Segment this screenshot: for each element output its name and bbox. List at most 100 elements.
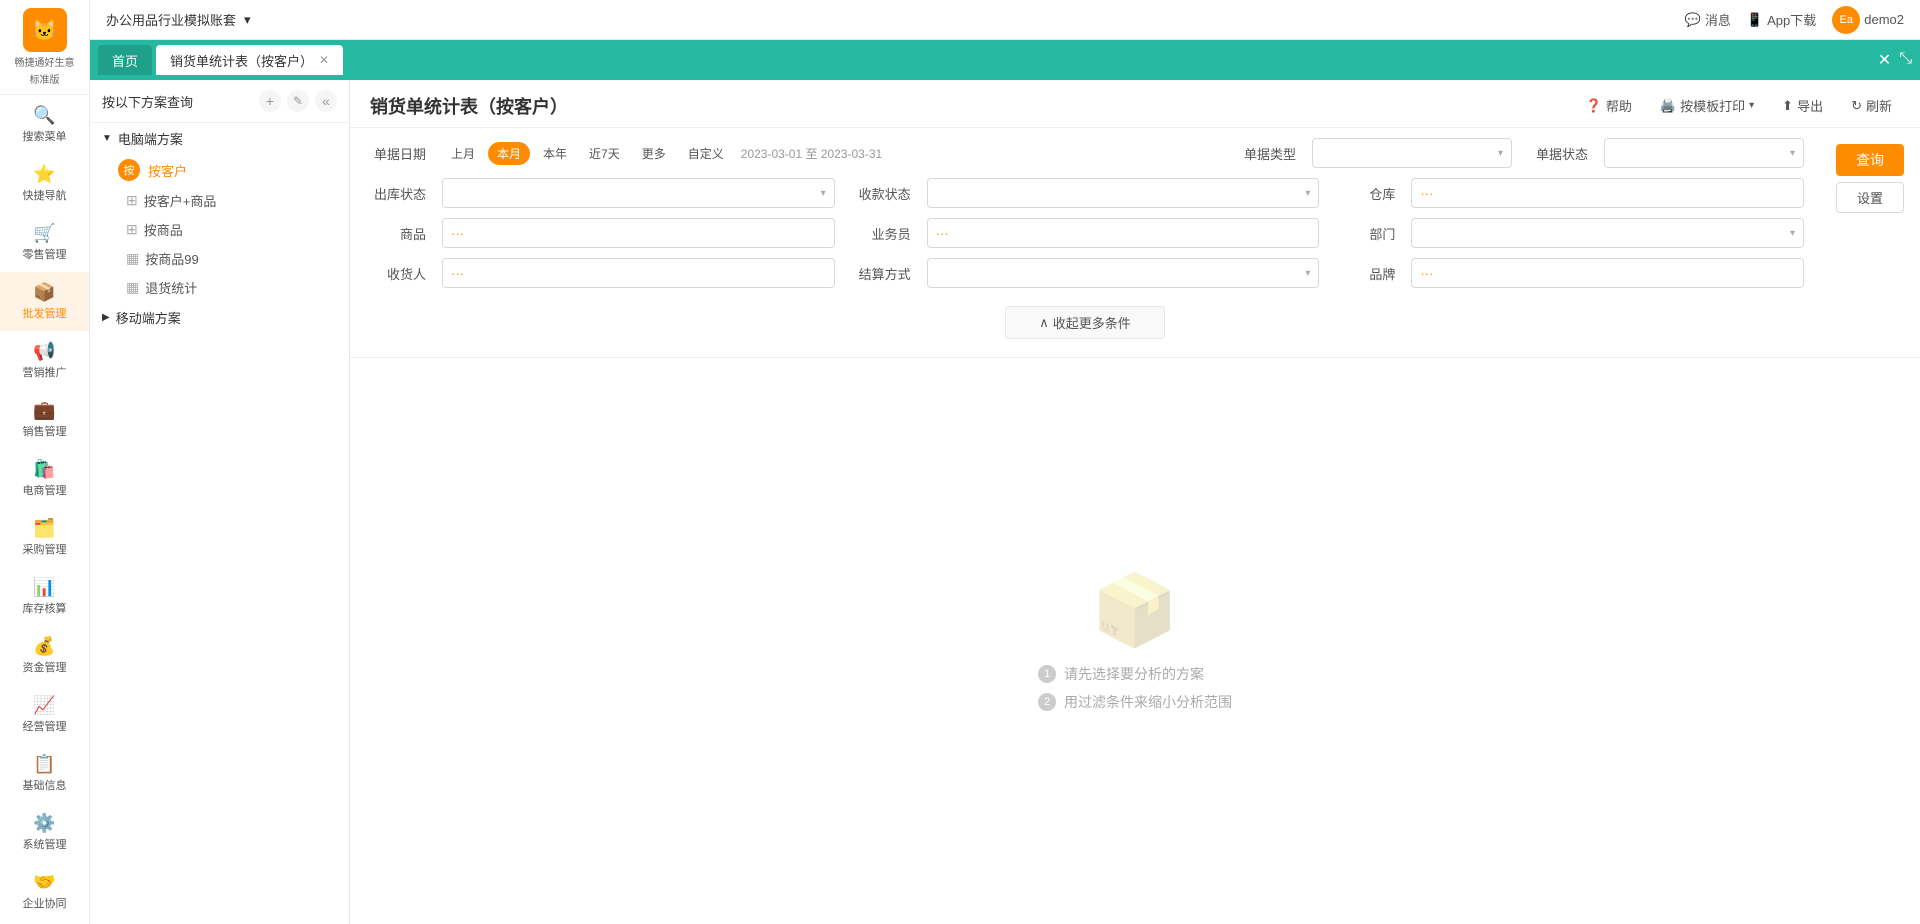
- date-btn-7days[interactable]: 近7天: [580, 142, 629, 165]
- payment-status-select[interactable]: ▾: [927, 178, 1320, 208]
- print-btn[interactable]: 🖨️ 按模板打印 ▾: [1652, 92, 1762, 119]
- bar-icon-1: ▦: [126, 250, 139, 267]
- add-scheme-btn[interactable]: +: [259, 90, 281, 112]
- tree-expand-icon: ▶: [102, 312, 110, 323]
- message-btn[interactable]: 💬 消息: [1685, 10, 1731, 29]
- tab-close-btn[interactable]: ✕: [319, 53, 329, 67]
- tree-desktop-group[interactable]: ▼ 电脑端方案: [90, 123, 349, 154]
- user-menu[interactable]: Ea demo2: [1832, 6, 1904, 34]
- refresh-btn[interactable]: ↻ 刷新: [1843, 92, 1900, 119]
- basic-icon: 📋: [33, 754, 55, 775]
- marketing-icon: 📢: [33, 341, 55, 362]
- date-control: 上月 本月 本年 近7天 更多 自定义 2023-03-01 至 2023-03…: [442, 142, 1220, 165]
- left-panel-actions: + ✎ «: [259, 90, 337, 112]
- action-buttons: 查询 设置: [1836, 128, 1920, 357]
- filter-row-status: 出库状态 ▾ 收款状态 ▾ 仓库 ···: [366, 178, 1804, 208]
- out-status-select[interactable]: ▾: [442, 178, 835, 208]
- brand-select[interactable]: ···: [1411, 258, 1804, 288]
- active-dot: 按: [118, 159, 140, 181]
- tree-collapse-icon: ▼: [102, 133, 112, 144]
- edit-scheme-btn[interactable]: ✎: [287, 90, 309, 112]
- collapse-filter-label: 收起更多条件: [1053, 313, 1131, 332]
- sidebar-item-basic[interactable]: 📋 基础信息: [0, 744, 89, 803]
- export-icon: ⬆: [1782, 98, 1793, 114]
- warehouse-select[interactable]: ···: [1411, 178, 1804, 208]
- right-panel: 销货单统计表（按客户） ❓ 帮助 🖨️ 按模板打印 ▾ ⬆ 导出: [350, 80, 1920, 924]
- date-btn-this-year[interactable]: 本年: [534, 142, 576, 165]
- sidebar-item-purchase[interactable]: 🗂️ 采购管理: [0, 508, 89, 567]
- receiver-label: 收货人: [366, 264, 426, 283]
- filter-row-goods: 商品 ··· 业务员 ··· 部门 ▾: [366, 218, 1804, 248]
- payment-method-select[interactable]: ▾: [927, 258, 1320, 288]
- tree-item-return-stats[interactable]: ▦ 退货统计: [102, 273, 349, 302]
- department-select[interactable]: ▾: [1411, 218, 1804, 248]
- logo-area[interactable]: 🐱 畅捷通好生意 标准版: [0, 0, 89, 95]
- order-type-select[interactable]: ▾: [1312, 138, 1512, 168]
- date-btn-custom[interactable]: 自定义: [679, 142, 733, 165]
- page-header: 销货单统计表（按客户） ❓ 帮助 🖨️ 按模板打印 ▾ ⬆ 导出: [350, 80, 1920, 128]
- sidebar-item-enterprise[interactable]: 🤝 企业协同: [0, 862, 89, 921]
- close-window-btn[interactable]: ✕: [1878, 50, 1891, 70]
- tree-item-by-goods99[interactable]: ▦ 按商品99: [102, 244, 349, 273]
- order-status-label: 单据状态: [1528, 144, 1588, 163]
- empty-illustration: 📦: [1091, 570, 1178, 652]
- print-label: 按模板打印: [1680, 96, 1745, 115]
- sidebar-item-search[interactable]: 🔍 搜索菜单: [0, 95, 89, 154]
- filter-section: 单据日期 上月 本月 本年 近7天 更多 自定义 2023-03-01 至 20…: [350, 128, 1820, 357]
- sidebar-item-operation[interactable]: 📈 经营管理: [0, 685, 89, 744]
- tree-desktop-items: 按 按客户 ⊞ 按客户+商品 ⊞ 按商品 ▦ 按商品99 ▦ 退货统计: [90, 154, 349, 302]
- payment-status-label: 收款状态: [851, 184, 911, 203]
- sidebar-item-shortcut[interactable]: ⭐ 快捷导航: [0, 154, 89, 213]
- tree-mobile-group[interactable]: ▶ 移动端方案: [90, 302, 349, 333]
- left-panel: 按以下方案查询 + ✎ « ▼ 电脑端方案: [90, 80, 350, 924]
- tab-home[interactable]: 首页: [98, 45, 152, 75]
- order-type-label: 单据类型: [1236, 144, 1296, 163]
- enterprise-icon: 🤝: [33, 872, 55, 893]
- sidebar-item-retail[interactable]: 🛒 零售管理: [0, 213, 89, 272]
- salesman-select[interactable]: ···: [927, 218, 1320, 248]
- tree-item-by-goods[interactable]: ⊞ 按商品: [102, 215, 349, 244]
- message-icon: 💬: [1685, 12, 1701, 28]
- maximize-window-btn[interactable]: ⤡: [1899, 50, 1912, 70]
- export-label: 导出: [1797, 96, 1823, 115]
- sidebar-item-system[interactable]: ⚙️ 系统管理: [0, 803, 89, 862]
- settings-button[interactable]: 设置: [1836, 182, 1904, 213]
- date-btn-this-month[interactable]: 本月: [488, 142, 530, 165]
- breadcrumb-arrow: ▾: [244, 12, 251, 28]
- app-download-btn[interactable]: 📱 App下载: [1747, 10, 1816, 29]
- date-btn-more[interactable]: 更多: [633, 142, 675, 165]
- sidebar-item-finance[interactable]: 💰 资金管理: [0, 626, 89, 685]
- retail-icon: 🛒: [33, 223, 55, 244]
- warehouse-label: 仓库: [1335, 184, 1395, 203]
- sidebar-item-marketing[interactable]: 📢 营销推广: [0, 331, 89, 390]
- tree-item-by-customer-goods[interactable]: ⊞ 按客户+商品: [102, 186, 349, 215]
- sidebar-item-inventory[interactable]: 📊 库存核算: [0, 567, 89, 626]
- sidebar-item-ecommerce[interactable]: 🛍️ 电商管理: [0, 449, 89, 508]
- star-icon: ⭐: [33, 164, 55, 185]
- print-arrow: ▾: [1749, 100, 1754, 111]
- order-status-select[interactable]: ▾: [1604, 138, 1804, 168]
- tree-item-by-customer[interactable]: 按 按客户: [102, 154, 349, 186]
- export-btn[interactable]: ⬆ 导出: [1774, 92, 1831, 119]
- goods-dots: ···: [451, 226, 464, 241]
- brand-label: 品牌: [1335, 264, 1395, 283]
- empty-tip-2: 2 用过滤条件来缩小分析范围: [1038, 692, 1232, 712]
- collapse-filter-btn[interactable]: ∧ 收起更多条件: [1005, 306, 1165, 339]
- help-icon: ❓: [1586, 98, 1602, 114]
- message-label: 消息: [1705, 10, 1731, 29]
- sidebar-item-wholesale[interactable]: 📦 批发管理: [0, 272, 89, 331]
- payment-status-arrow: ▾: [1305, 188, 1310, 199]
- sidebar-item-sales[interactable]: 💼 销售管理: [0, 390, 89, 449]
- header-right: 💬 消息 📱 App下载 Ea demo2: [1685, 6, 1904, 34]
- top-header: 办公用品行业模拟账套 ▾ 💬 消息 📱 App下载 Ea demo2: [90, 0, 1920, 40]
- query-button[interactable]: 查询: [1836, 144, 1904, 176]
- collapse-panel-btn[interactable]: «: [315, 90, 337, 112]
- receiver-select[interactable]: ···: [442, 258, 835, 288]
- tab-sales-stats[interactable]: 销货单统计表（按客户） ✕: [156, 45, 343, 75]
- help-btn[interactable]: ❓ 帮助: [1578, 92, 1640, 119]
- tree-desktop-label: 电脑端方案: [118, 129, 183, 148]
- empty-tip-1: 1 请先选择要分析的方案: [1038, 664, 1232, 684]
- goods-select[interactable]: ···: [442, 218, 835, 248]
- date-btn-last-month[interactable]: 上月: [442, 142, 484, 165]
- content-area: 按以下方案查询 + ✎ « ▼ 电脑端方案: [90, 80, 1920, 924]
